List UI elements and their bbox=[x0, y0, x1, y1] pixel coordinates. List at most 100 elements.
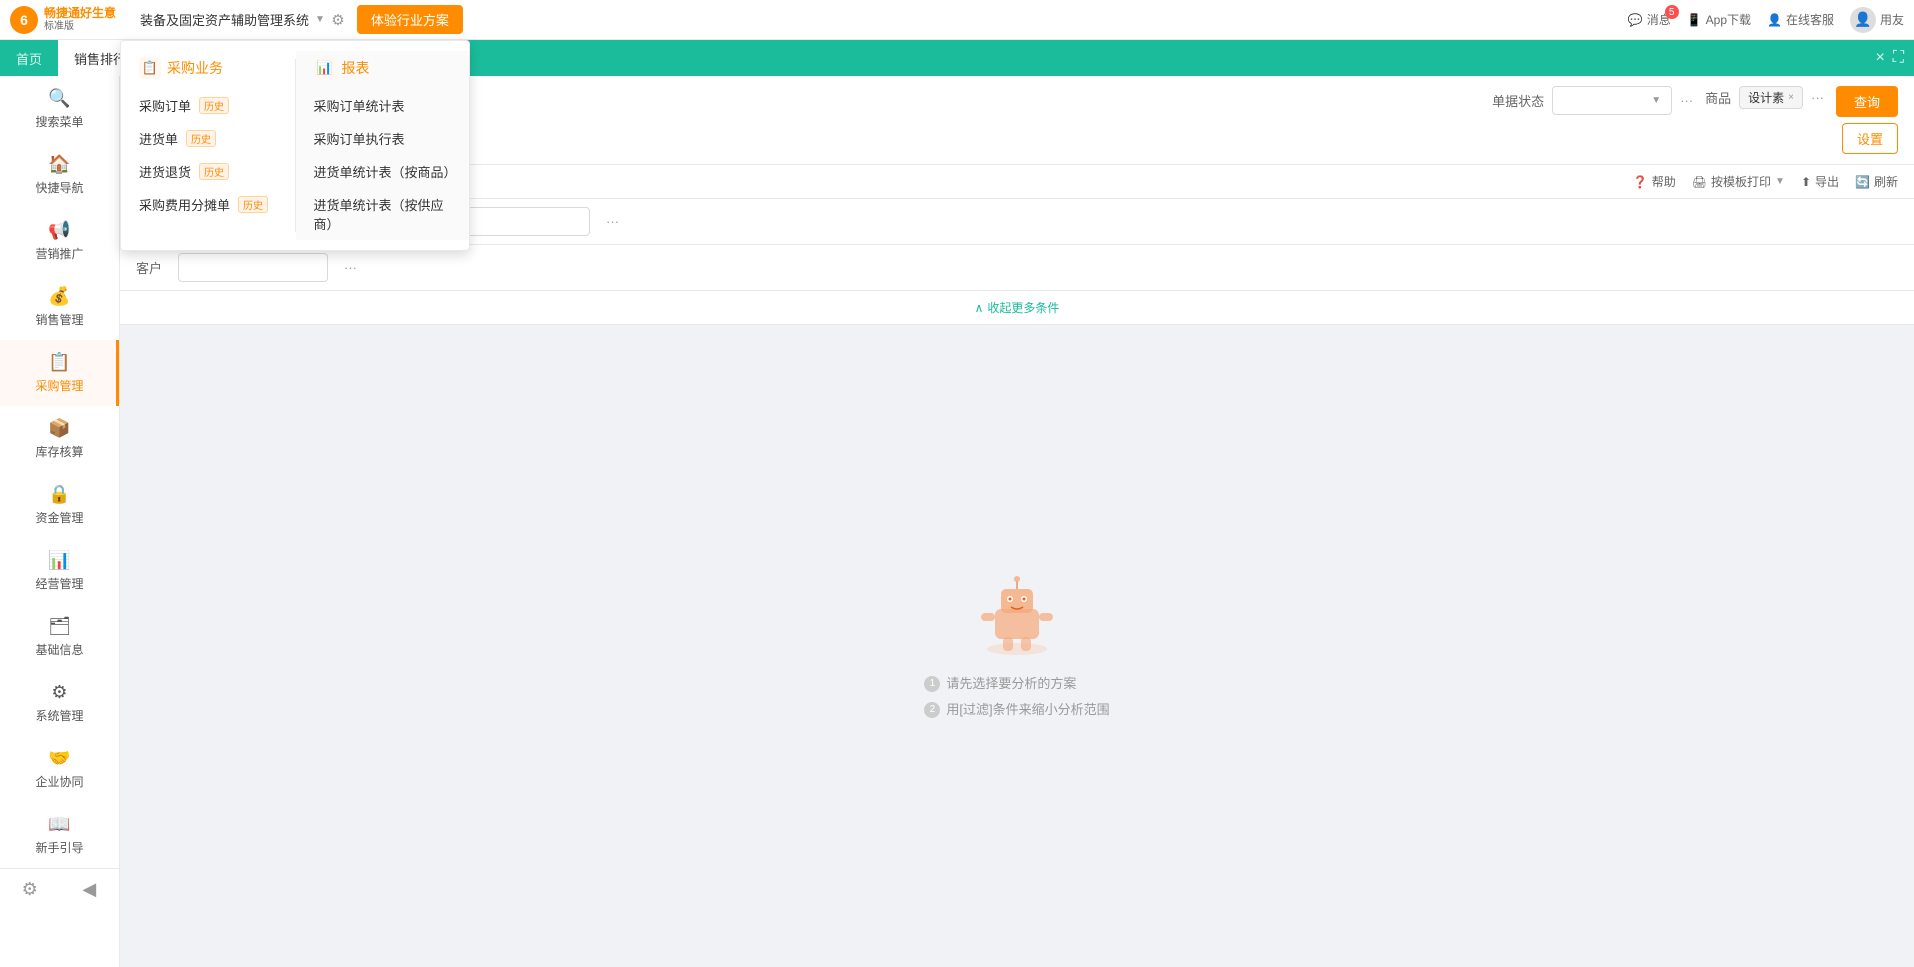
step2-num: 2 bbox=[924, 702, 940, 718]
headset-icon: 👤 bbox=[1767, 13, 1782, 27]
sidebar-item-newbie[interactable]: 📖 新手引导 bbox=[0, 802, 119, 868]
filter-row3: 客户 ··· bbox=[120, 245, 1914, 291]
goods-more[interactable]: ··· bbox=[1811, 90, 1824, 105]
top-header: 6 畅捷通好生意 标准版 装备及固定资产辅助管理系统 ▼ ⚙ 体验行业方案 💬 … bbox=[0, 0, 1914, 40]
export-button[interactable]: ⬆ 导出 bbox=[1801, 173, 1839, 190]
report-col-icon: 📊 bbox=[314, 57, 336, 79]
system-title-arrow: ▼ bbox=[315, 14, 325, 25]
history-badge: 历史 bbox=[186, 130, 216, 147]
purchase-icon: 📋 bbox=[48, 352, 70, 373]
print-icon: 🖨 bbox=[1692, 175, 1707, 189]
history-badge: 历史 bbox=[199, 97, 229, 114]
collapse-button[interactable]: ∧ 收起更多条件 bbox=[975, 299, 1060, 316]
dropdown-columns: 📋 采购业务 采购订单 历史 进货单 历史 进货退货 历史 采购费用分摊单 bbox=[121, 51, 469, 240]
filter-goods: 商品 设计素 × ··· bbox=[1705, 86, 1824, 109]
sidebar-settings-button[interactable]: ⚙ bbox=[0, 875, 60, 904]
main-layout: 🔍 搜索菜单 🏠 快捷导航 📢 营销推广 💰 销售管理 📋 采购管理 📦 库存核… bbox=[0, 76, 1914, 967]
phone-icon: 📱 bbox=[1687, 13, 1702, 27]
sidebar-item-search[interactable]: 🔍 搜索菜单 bbox=[0, 76, 119, 142]
dropdown-item-incoming-goods[interactable]: 进货单统计表（按商品） bbox=[306, 155, 460, 188]
sidebar-item-quicknav[interactable]: 🏠 快捷导航 bbox=[0, 142, 119, 208]
sidebar-item-operation[interactable]: 📊 经营管理 bbox=[0, 538, 119, 604]
dropdown-item-return[interactable]: 进货退货 历史 bbox=[131, 155, 285, 188]
message-badge: 5 bbox=[1665, 5, 1679, 19]
goods-tag-close[interactable]: × bbox=[1788, 92, 1794, 103]
step1-num: 1 bbox=[924, 676, 940, 692]
empty-illustration bbox=[967, 569, 1067, 659]
tab-home[interactable]: 首页 bbox=[0, 40, 58, 76]
baseinfo-icon: 🗂 bbox=[48, 616, 71, 637]
empty-text: 1 请先选择要分析的方案 2 用[过滤]条件来缩小分析范围 bbox=[924, 671, 1109, 723]
home-icon: 🏠 bbox=[48, 154, 70, 175]
dropdown-item-incoming-supplier[interactable]: 进货单统计表（按供应商） bbox=[306, 188, 460, 240]
system-title[interactable]: 装备及固定资产辅助管理系统 ▼ bbox=[140, 10, 325, 29]
app-download-item[interactable]: 📱 App下载 bbox=[1687, 11, 1751, 28]
sidebar-item-inventory[interactable]: 📦 库存核算 bbox=[0, 406, 119, 472]
search-icon: 🔍 bbox=[48, 88, 70, 109]
header-right: 💬 消息 5 📱 App下载 👤 在线客服 👤 用友 bbox=[1628, 7, 1904, 33]
dropdown-col-purchase: 📋 采购业务 采购订单 历史 进货单 历史 进货退货 历史 采购费用分摊单 bbox=[121, 51, 295, 240]
refresh-icon: 🔄 bbox=[1855, 175, 1870, 189]
sidebar-item-sales[interactable]: 💰 销售管理 bbox=[0, 274, 119, 340]
sidebar-item-marketing[interactable]: 📢 营销推广 bbox=[0, 208, 119, 274]
collapse-row: ∧ 收起更多条件 bbox=[120, 291, 1914, 325]
doc-status-select[interactable]: ▼ bbox=[1552, 86, 1672, 115]
avatar: 👤 bbox=[1850, 7, 1876, 33]
salesperson-more[interactable]: ··· bbox=[606, 214, 619, 229]
sidebar-item-purchase[interactable]: 📋 采购管理 bbox=[0, 340, 119, 406]
filter-doc-status: 单据状态 ▼ ··· bbox=[1492, 86, 1693, 115]
sidebar-item-finance[interactable]: 🔒 资金管理 bbox=[0, 472, 119, 538]
sidebar-item-baseinfo[interactable]: 🗂 基础信息 bbox=[0, 604, 119, 670]
message-icon: 💬 bbox=[1628, 13, 1643, 27]
dropdown-item-order-stat[interactable]: 采购订单统计表 bbox=[306, 89, 460, 122]
help-button[interactable]: ❓ 帮助 bbox=[1633, 173, 1676, 190]
finance-icon: 🔒 bbox=[48, 484, 70, 505]
export-icon: ⬆ bbox=[1801, 175, 1811, 189]
dropdown-col-report: 📊 报表 采购订单统计表 采购订单执行表 进货单统计表（按商品） 进货单统计表（… bbox=[296, 51, 470, 240]
system-icon: ⚙ bbox=[51, 682, 67, 703]
customer-more[interactable]: ··· bbox=[344, 260, 357, 275]
sidebar-footer: ⚙ ◀ bbox=[0, 868, 119, 910]
print-button[interactable]: 🖨 按模板打印 ▼ bbox=[1692, 173, 1785, 190]
sidebar: 🔍 搜索菜单 🏠 快捷导航 📢 营销推广 💰 销售管理 📋 采购管理 📦 库存核… bbox=[0, 76, 120, 967]
logo-name: 畅捷通好生意 bbox=[44, 6, 116, 20]
history-badge: 历史 bbox=[238, 196, 268, 213]
close-window-icon[interactable]: × bbox=[1875, 49, 1884, 67]
empty-state: 1 请先选择要分析的方案 2 用[过滤]条件来缩小分析范围 bbox=[120, 325, 1914, 967]
dropdown-item-expense[interactable]: 采购费用分摊单 历史 bbox=[131, 188, 285, 221]
dropdown-col2-title: 📊 报表 bbox=[306, 51, 460, 89]
history-badge: 历史 bbox=[199, 163, 229, 180]
settings-icon[interactable]: ⚙ bbox=[325, 7, 351, 33]
user-item[interactable]: 👤 用友 bbox=[1850, 7, 1904, 33]
collapse-icon: ∧ bbox=[975, 301, 984, 315]
doc-status-more[interactable]: ··· bbox=[1680, 93, 1693, 108]
customer-input[interactable] bbox=[178, 253, 328, 282]
dropdown-item-incoming[interactable]: 进货单 历史 bbox=[131, 122, 285, 155]
sidebar-item-enterprise[interactable]: 🤝 企业协同 bbox=[0, 736, 119, 802]
goods-tag: 设计素 × bbox=[1739, 86, 1803, 109]
help-icon: ❓ bbox=[1633, 175, 1648, 189]
message-item[interactable]: 💬 消息 5 bbox=[1628, 11, 1671, 28]
print-arrow: ▼ bbox=[1775, 176, 1785, 187]
sidebar-collapse-button[interactable]: ◀ bbox=[60, 875, 120, 904]
sales-icon: 💰 bbox=[48, 286, 70, 307]
industry-button[interactable]: 体验行业方案 bbox=[357, 5, 463, 34]
purchase-col-icon: 📋 bbox=[139, 57, 161, 79]
operation-icon: 📊 bbox=[48, 550, 70, 571]
online-service-item[interactable]: 👤 在线客服 bbox=[1767, 11, 1834, 28]
dropdown-item-purchase-order[interactable]: 采购订单 历史 bbox=[131, 89, 285, 122]
logo-edition: 标准版 bbox=[44, 21, 116, 33]
marketing-icon: 📢 bbox=[48, 220, 70, 241]
dropdown-item-order-exec[interactable]: 采购订单执行表 bbox=[306, 122, 460, 155]
toolbar-action-btns: 查询 设置 bbox=[1836, 86, 1898, 154]
enterprise-icon: 🤝 bbox=[48, 748, 70, 769]
refresh-button[interactable]: 🔄 刷新 bbox=[1855, 173, 1898, 190]
dropdown-col1-title: 📋 采购业务 bbox=[131, 51, 285, 89]
sidebar-item-system[interactable]: ⚙ 系统管理 bbox=[0, 670, 119, 736]
dropdown-menu: 📋 采购业务 采购订单 历史 进货单 历史 进货退货 历史 采购费用分摊单 bbox=[120, 40, 470, 251]
set-button[interactable]: 设置 bbox=[1842, 123, 1898, 154]
logo-icon: 6 bbox=[10, 6, 38, 34]
inventory-icon: 📦 bbox=[48, 418, 70, 439]
query-button[interactable]: 查询 bbox=[1836, 86, 1898, 117]
fullscreen-icon[interactable]: ⛶ bbox=[1893, 49, 1904, 67]
